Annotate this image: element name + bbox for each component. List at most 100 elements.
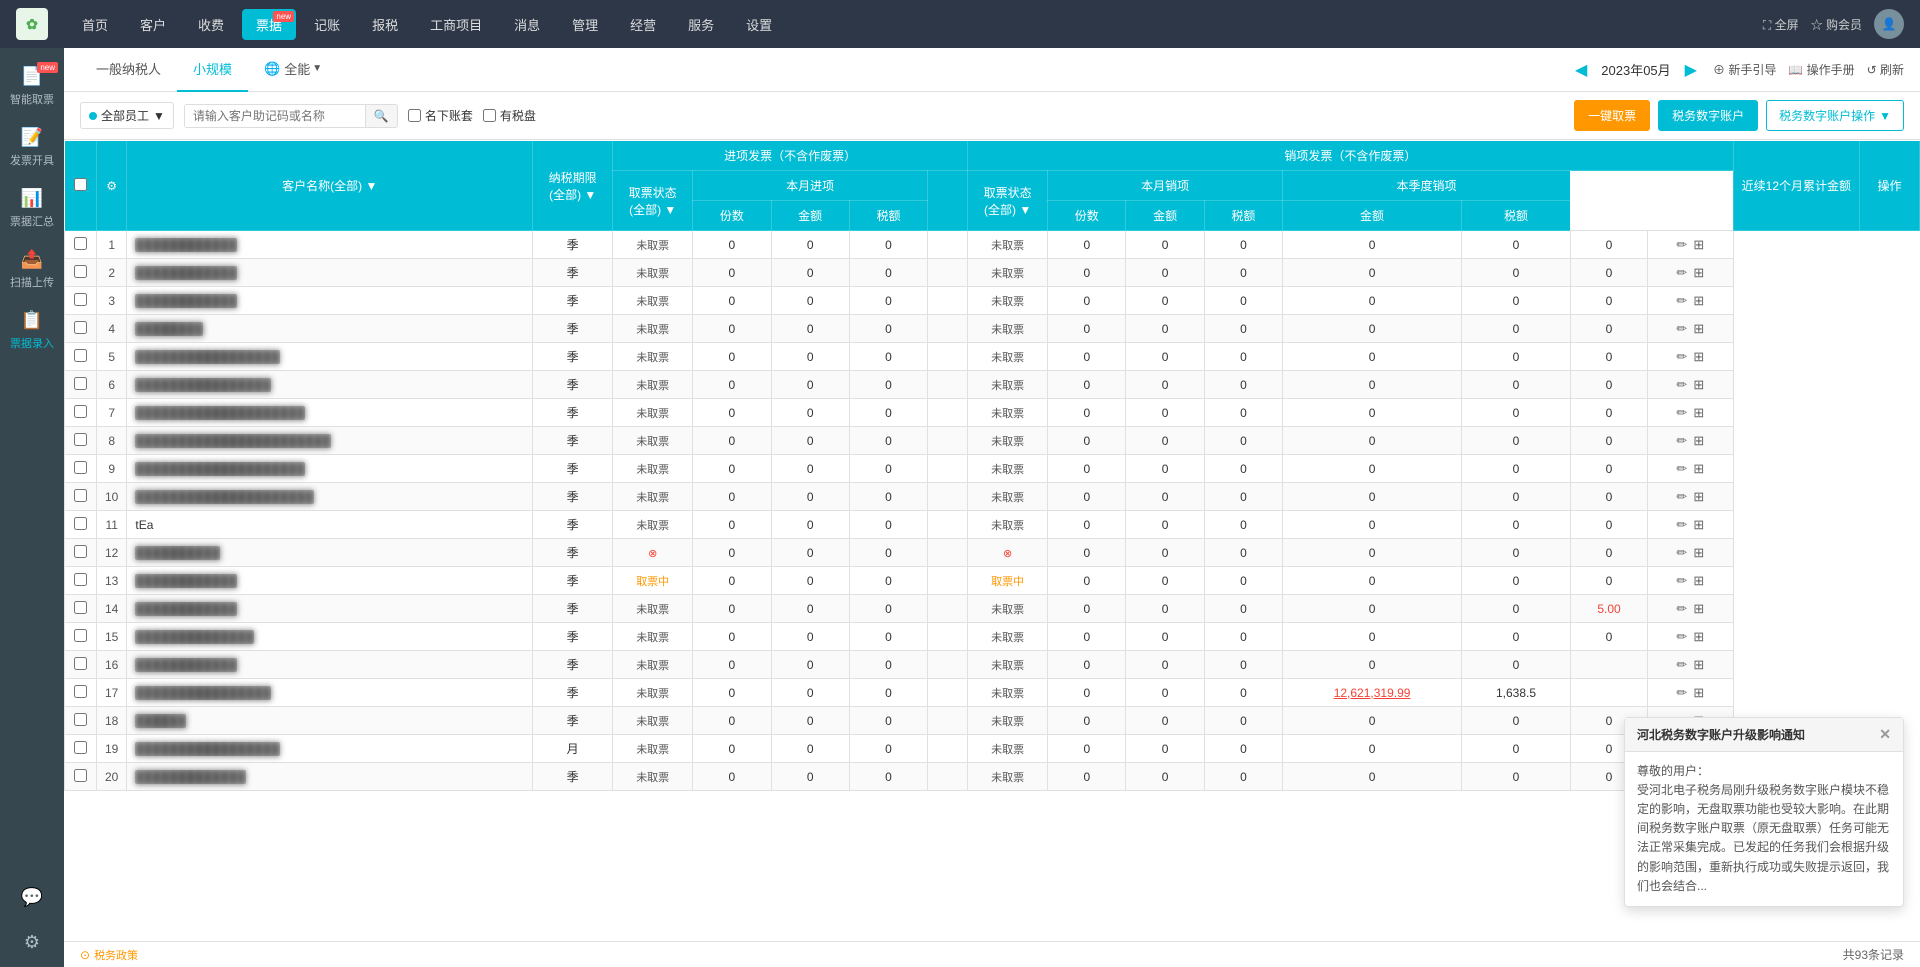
row-checkbox[interactable]	[74, 265, 87, 278]
row-checkbox[interactable]	[74, 713, 87, 726]
refresh-btn[interactable]: ↺ 刷新	[1867, 61, 1904, 78]
new-guide-btn[interactable]: ⊕ 新手引导	[1713, 61, 1776, 78]
row-checkbox[interactable]	[74, 685, 87, 698]
row-checkbox[interactable]	[74, 489, 87, 502]
nav-manage[interactable]: 管理	[558, 9, 612, 40]
vip-btn[interactable]: ☆ 购会员	[1811, 16, 1862, 33]
copy-icon[interactable]: ⊞	[1693, 685, 1704, 701]
edit-icon[interactable]: ✏	[1676, 461, 1687, 477]
nav-fee[interactable]: 收费	[184, 9, 238, 40]
row-checkbox[interactable]	[74, 601, 87, 614]
copy-icon[interactable]: ⊞	[1693, 349, 1704, 365]
tax-digital-account-btn[interactable]: 税务数字账户	[1658, 100, 1758, 131]
manual-btn[interactable]: 📖 操作手册	[1788, 61, 1854, 78]
customer-search-input[interactable]	[185, 105, 365, 127]
edit-icon[interactable]: ✏	[1676, 237, 1687, 253]
one-click-ticket-btn[interactable]: 一键取票	[1574, 100, 1650, 131]
sidebar-item-smart-ticket[interactable]: 📄 智能取票 new	[0, 56, 64, 117]
employee-filter[interactable]: 全部员工 ▼	[80, 102, 174, 129]
tab-general-taxpayer[interactable]: 一般纳税人	[80, 48, 177, 92]
copy-icon[interactable]: ⊞	[1693, 545, 1704, 561]
popup-close-btn[interactable]: ✕	[1879, 726, 1891, 743]
user-avatar[interactable]: 👤	[1874, 9, 1904, 39]
tab-all[interactable]: 🌐 全能 ▼	[248, 48, 338, 92]
policy-link[interactable]: 税务政策	[94, 947, 138, 963]
nav-home[interactable]: 首页	[68, 9, 122, 40]
th-tax-period[interactable]: 纳税期限(全部) ▼	[533, 141, 613, 231]
row-checkbox[interactable]	[74, 657, 87, 670]
edit-icon[interactable]: ✏	[1676, 601, 1687, 617]
tab-all-dropdown[interactable]: ▼	[312, 63, 322, 74]
edit-icon[interactable]: ✏	[1676, 321, 1687, 337]
tax-disk-check[interactable]	[483, 109, 496, 122]
nav-tax[interactable]: 报税	[358, 9, 412, 40]
edit-icon[interactable]: ✏	[1676, 685, 1687, 701]
nav-message[interactable]: 消息	[500, 9, 554, 40]
tax-digital-operation-btn[interactable]: 税务数字账户操作 ▼	[1766, 100, 1904, 131]
copy-icon[interactable]: ⊞	[1693, 601, 1704, 617]
nav-operation[interactable]: 经营	[616, 9, 670, 40]
row-checkbox[interactable]	[74, 517, 87, 530]
nav-business[interactable]: 工商项目	[416, 9, 496, 40]
edit-icon[interactable]: ✏	[1676, 349, 1687, 365]
sidebar-item-scan-upload[interactable]: 📤 扫描上传	[0, 239, 64, 300]
row-checkbox[interactable]	[74, 405, 87, 418]
copy-icon[interactable]: ⊞	[1693, 657, 1704, 673]
nav-settings[interactable]: 设置	[732, 9, 786, 40]
edit-icon[interactable]: ✏	[1676, 657, 1687, 673]
edit-icon[interactable]: ✏	[1676, 433, 1687, 449]
edit-icon[interactable]: ✏	[1676, 265, 1687, 281]
sidebar-settings-btn[interactable]: ⚙	[0, 922, 64, 967]
row-checkbox[interactable]	[74, 545, 87, 558]
copy-icon[interactable]: ⊞	[1693, 405, 1704, 421]
sidebar-chat-btn[interactable]: 💬	[0, 877, 64, 922]
copy-icon[interactable]: ⊞	[1693, 461, 1704, 477]
row-checkbox[interactable]	[74, 349, 87, 362]
copy-icon[interactable]: ⊞	[1693, 321, 1704, 337]
edit-icon[interactable]: ✏	[1676, 573, 1687, 589]
sub-account-check[interactable]	[408, 109, 421, 122]
row-checkbox[interactable]	[74, 377, 87, 390]
copy-icon[interactable]: ⊞	[1693, 237, 1704, 253]
sidebar-item-ticket-summary[interactable]: 📊 票据汇总	[0, 178, 64, 239]
row-checkbox[interactable]	[74, 461, 87, 474]
row-checkbox[interactable]	[74, 573, 87, 586]
next-month-btn[interactable]: ▶	[1681, 56, 1701, 84]
th-customer-name[interactable]: 客户名称(全部) ▼	[127, 141, 533, 231]
sub-account-checkbox[interactable]: 名下账套	[408, 107, 473, 124]
copy-icon[interactable]: ⊞	[1693, 517, 1704, 533]
row-checkbox[interactable]	[74, 293, 87, 306]
copy-icon[interactable]: ⊞	[1693, 489, 1704, 505]
edit-icon[interactable]: ✏	[1676, 293, 1687, 309]
row-checkbox[interactable]	[74, 321, 87, 334]
fullscreen-btn[interactable]: ⛶ 全屏	[1763, 16, 1799, 33]
edit-icon[interactable]: ✏	[1676, 377, 1687, 393]
copy-icon[interactable]: ⊞	[1693, 265, 1704, 281]
nav-accounting[interactable]: 记账	[300, 9, 354, 40]
tab-small-scale[interactable]: 小规模	[177, 48, 248, 92]
nav-customer[interactable]: 客户	[126, 9, 180, 40]
nav-service[interactable]: 服务	[674, 9, 728, 40]
copy-icon[interactable]: ⊞	[1693, 573, 1704, 589]
copy-icon[interactable]: ⊞	[1693, 293, 1704, 309]
th-out-status[interactable]: 取票状态(全部) ▼	[968, 171, 1048, 231]
edit-icon[interactable]: ✏	[1676, 517, 1687, 533]
edit-icon[interactable]: ✏	[1676, 545, 1687, 561]
th-in-status[interactable]: 取票状态(全部) ▼	[613, 171, 693, 231]
tax-disk-checkbox[interactable]: 有税盘	[483, 107, 536, 124]
sidebar-item-invoice-open[interactable]: 📝 发票开具	[0, 117, 64, 178]
row-checkbox[interactable]	[74, 769, 87, 782]
row-checkbox[interactable]	[74, 433, 87, 446]
select-all-checkbox[interactable]	[74, 178, 87, 191]
sidebar-item-ticket-entry[interactable]: 📋 票据录入	[0, 300, 64, 361]
search-btn[interactable]: 🔍	[365, 105, 397, 127]
row-checkbox[interactable]	[74, 237, 87, 250]
edit-icon[interactable]: ✏	[1676, 629, 1687, 645]
nav-ticket[interactable]: 票据 new	[242, 9, 296, 40]
copy-icon[interactable]: ⊞	[1693, 629, 1704, 645]
row-checkbox[interactable]	[74, 741, 87, 754]
copy-icon[interactable]: ⊞	[1693, 377, 1704, 393]
edit-icon[interactable]: ✏	[1676, 405, 1687, 421]
prev-month-btn[interactable]: ◀	[1571, 56, 1591, 84]
row-checkbox[interactable]	[74, 629, 87, 642]
